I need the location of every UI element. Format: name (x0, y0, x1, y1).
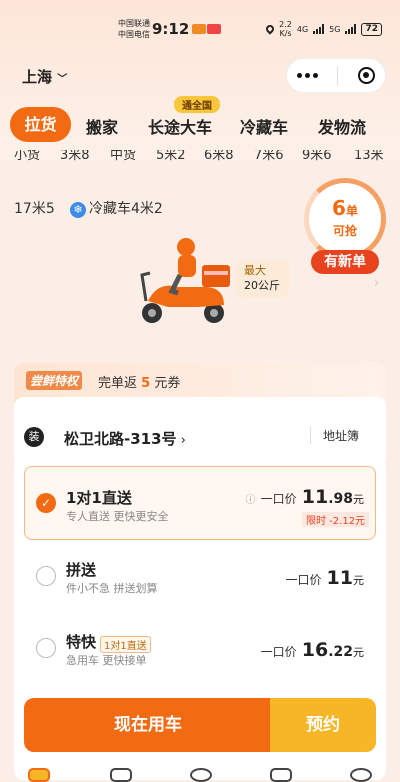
promo-amount: 5 (141, 376, 151, 391)
grab-orders-widget[interactable]: 6单 可抢 (304, 178, 386, 260)
vehicle-option[interactable]: 3米8 (60, 150, 90, 163)
price-decimal: .98 (328, 491, 353, 507)
price-label: 一口价 (260, 492, 297, 506)
app-notification-icon (192, 24, 206, 34)
promo-text-after: 元券 (154, 376, 181, 391)
network-type-1: 4G (296, 24, 309, 34)
checked-icon[interactable]: ✓ (36, 493, 56, 513)
new-orders-badge[interactable]: 有新单 (311, 250, 379, 274)
app-notification-icon (207, 24, 221, 34)
status-bar: 中国联通 中国电信 9:12 2.2 K/s 4G 5G 72 (0, 14, 400, 46)
speed-unit: K/s (279, 29, 292, 38)
promo-text-before: 完单返 (98, 376, 138, 391)
address-book-button[interactable]: 地址簿 (310, 427, 359, 444)
vehicle-row-1: 小货 3米8 中货 5米2 6米8 7米6 9米6 13米 (0, 150, 400, 164)
orders-unit: 单 (345, 204, 358, 218)
option-title: 1对1直送 (66, 489, 132, 507)
price-label: 一口价 (285, 573, 322, 587)
speed-value: 2.2 (279, 20, 292, 29)
max-load-value: 20公斤 (244, 279, 280, 292)
price-decimal: .22 (328, 644, 353, 660)
unchecked-icon[interactable] (36, 638, 56, 658)
location-icon (264, 23, 276, 35)
price-unit: 元 (353, 574, 364, 587)
promo-text: 完单返 5 元券 (98, 372, 180, 391)
reserve-button[interactable]: 预约 (270, 698, 376, 752)
chevron-down-icon: ﹀ (57, 74, 68, 85)
chevron-right-icon[interactable]: › (374, 275, 380, 291)
vehicle-option[interactable]: 6米8 (204, 150, 234, 163)
option-tag: 1对1直送 (100, 636, 151, 653)
vehicle-option[interactable]: 7米6 (254, 150, 284, 163)
chevron-right-icon: › (176, 433, 186, 448)
option-price: ⓘ 一口价 11.98元 (246, 486, 364, 508)
option-subtitle: 专人直送 更快更安全 (66, 510, 169, 523)
vehicle-option[interactable]: 小货 (14, 150, 40, 163)
info-icon[interactable]: ⓘ (246, 495, 256, 506)
option-title: 特快 (66, 633, 97, 651)
more-icon[interactable] (296, 73, 318, 78)
tab-lahuo[interactable]: 拉货 (10, 107, 71, 142)
network-speed: 2.2 K/s (279, 20, 292, 38)
carrier-labels: 中国联通 中国电信 (118, 18, 150, 40)
tab-refrigerated[interactable]: 冷藏车 (240, 114, 288, 138)
vehicle-option[interactable]: 中货 (110, 150, 136, 163)
limited-discount-badge: 限时 -2.12元 (302, 512, 370, 527)
scooter-illustration (140, 238, 230, 323)
battery-icon: 72 (361, 22, 382, 36)
vehicle-option-label: 冷藏车4米2 (89, 201, 163, 217)
price-integer: 11 (301, 486, 329, 508)
price-integer: 11 (326, 567, 353, 589)
tab-badge: 通全国 (174, 96, 220, 113)
city-label: 上海 (22, 68, 53, 86)
city-selector[interactable]: 上海 ﹀ (22, 66, 67, 87)
tab-banjia[interactable]: 搬家 (86, 114, 118, 138)
max-load-bubble: 最大 20公斤 (236, 260, 290, 298)
tab-logistics[interactable]: 发物流 (318, 114, 366, 138)
street-name: 松卫北路-313号 (64, 430, 177, 448)
tab-long-distance[interactable]: 长途大车 (148, 114, 212, 138)
carrier-1: 中国联通 (118, 19, 150, 28)
signal-icon (345, 24, 357, 34)
orders-count: 6 (332, 196, 346, 220)
snowflake-icon: ❄ (70, 202, 86, 218)
network-type-2: 5G (329, 24, 341, 34)
signal-icon (313, 24, 325, 34)
option-price: 一口价 11元 (285, 567, 364, 589)
close-miniapp-icon[interactable] (358, 67, 376, 84)
option-subtitle: 急用车 更快接单 (66, 654, 147, 667)
price-integer: 16 (301, 639, 329, 661)
promo-tag: 尝鲜特权 (26, 371, 83, 390)
capsule-divider (337, 66, 339, 85)
orders-label: 可抢 (332, 224, 357, 238)
option-title: 拼送 (66, 561, 97, 579)
clock: 9:12 (152, 20, 190, 38)
load-address[interactable]: 松卫北路-313号 › (64, 428, 186, 449)
vehicle-option[interactable]: 13米 (354, 150, 384, 163)
load-point-icon: 装 (24, 427, 44, 447)
max-load-label: 最大 (244, 264, 266, 277)
price-unit: 元 (353, 646, 364, 659)
miniapp-capsule (286, 58, 386, 93)
vehicle-option[interactable]: 17米5 (14, 198, 55, 218)
status-indicators: 2.2 K/s 4G 5G 72 (264, 20, 382, 38)
use-now-button[interactable]: 现在用车 (24, 698, 272, 752)
carrier-2: 中国电信 (118, 30, 150, 39)
vehicle-option-refrigerated[interactable]: ❄ 冷藏车4米2 (70, 198, 163, 218)
option-subtitle: 件小不急 拼送划算 (66, 582, 158, 595)
vehicle-option[interactable]: 9米6 (302, 150, 332, 163)
option-price: 一口价 16.22元 (261, 639, 364, 661)
price-label: 一口价 (260, 645, 297, 659)
unchecked-icon[interactable] (36, 566, 56, 586)
vehicle-option[interactable]: 5米2 (156, 150, 186, 163)
price-unit: 元 (353, 493, 364, 506)
